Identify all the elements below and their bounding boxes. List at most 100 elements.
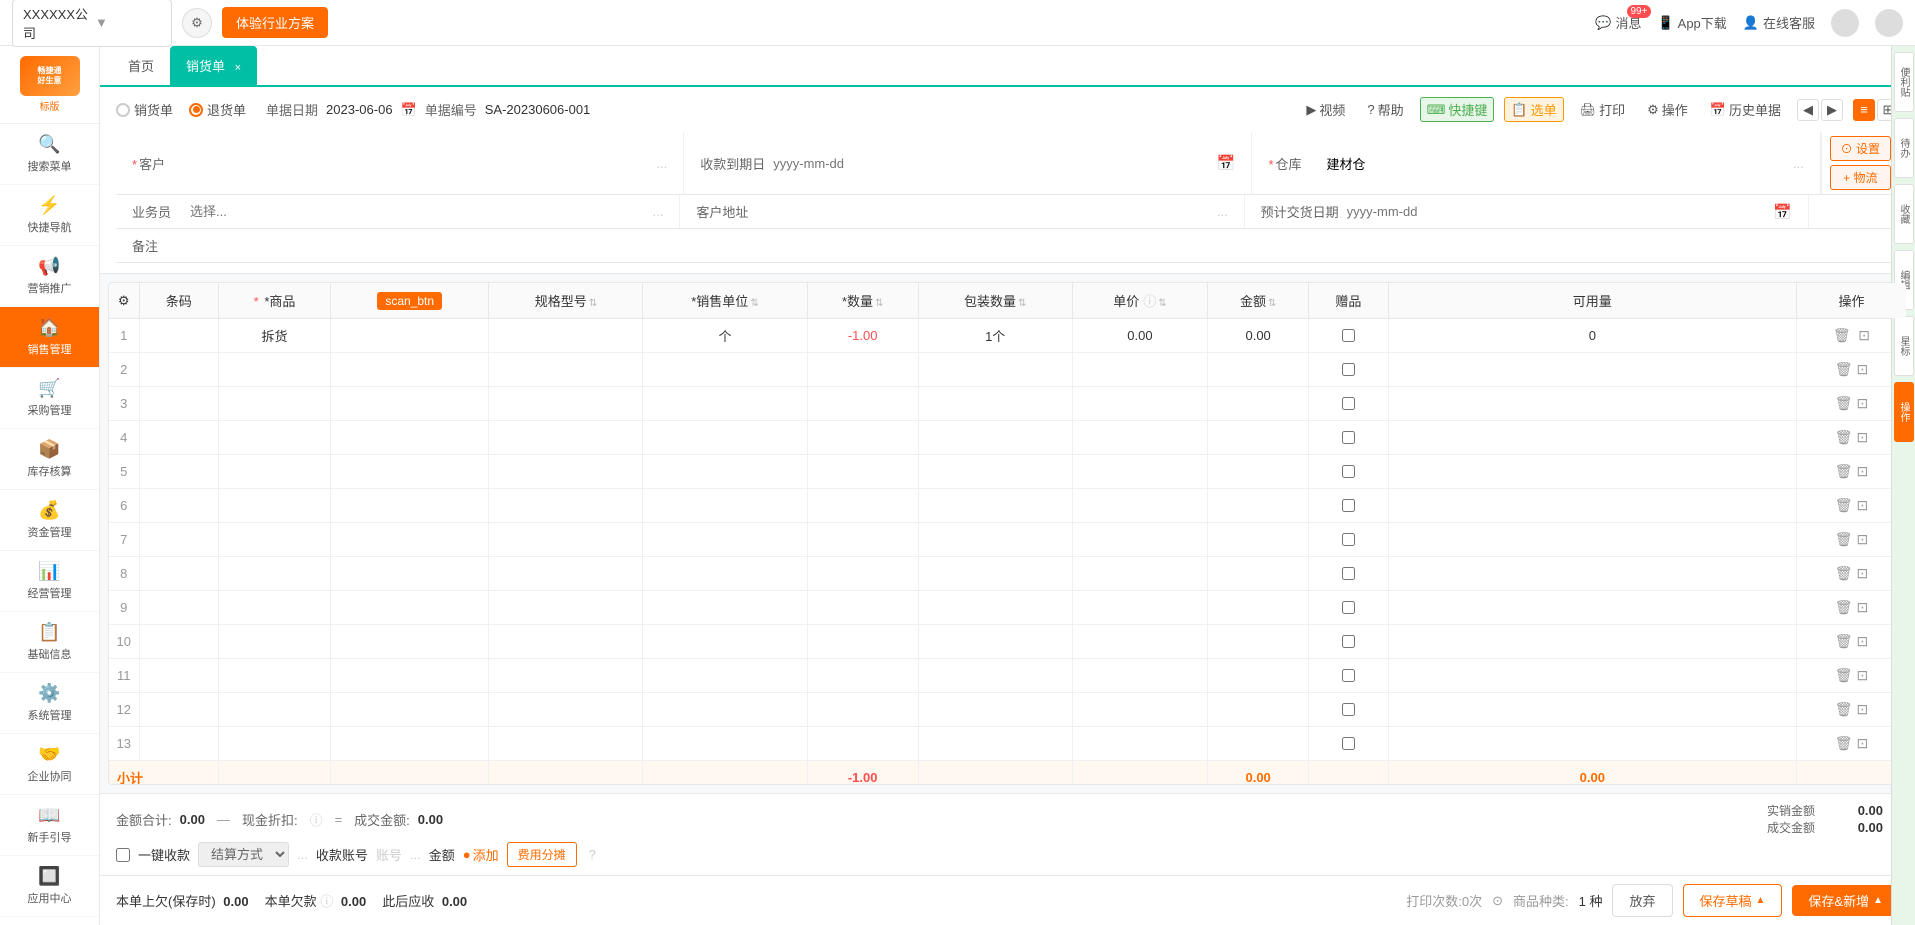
customer-addr-dots[interactable]: ...	[1217, 204, 1228, 219]
row12-copy-btn[interactable]: ⊡	[1854, 699, 1870, 720]
view-list[interactable]: ≡	[1853, 99, 1875, 121]
row4-gift-checkbox[interactable]	[1342, 431, 1355, 444]
salesperson-input[interactable]	[190, 204, 652, 219]
row8-delete-btn[interactable]: 🗑	[1833, 563, 1855, 584]
add-payment-btn[interactable]: ● 添加	[463, 845, 499, 864]
one-click-payment-checkbox[interactable]	[116, 848, 130, 862]
expense-btn[interactable]: 费用分摊	[507, 842, 577, 867]
row10-copy-btn[interactable]: ⊡	[1854, 631, 1870, 652]
customer-dots[interactable]: ...	[656, 156, 667, 171]
row5-copy-btn[interactable]: ⊡	[1854, 461, 1870, 482]
row5-gift-checkbox[interactable]	[1342, 465, 1355, 478]
col-scan[interactable]: scan_btn	[330, 283, 489, 319]
row1-spec[interactable]	[489, 319, 643, 353]
account-dots[interactable]: ...	[410, 847, 421, 862]
action-operate[interactable]: ⚙ 操作	[1641, 98, 1694, 121]
row7-delete-btn[interactable]: 🗑	[1833, 529, 1855, 550]
sidebar-item-search[interactable]: 🔍 搜索菜单	[0, 124, 99, 185]
sidebar-item-operations[interactable]: 📊 经营管理	[0, 551, 99, 612]
row9-gift-checkbox[interactable]	[1342, 601, 1355, 614]
tab-close-icon[interactable]: ×	[235, 62, 241, 74]
trial-button[interactable]: 体验行业方案	[222, 7, 328, 38]
save-new-btn[interactable]: 保存&新增 ▲	[1792, 885, 1899, 916]
amount-sort-icon[interactable]: ⇅	[1268, 298, 1276, 309]
row13-delete-btn[interactable]: 🗑	[1833, 733, 1855, 754]
row1-unit[interactable]: 个	[643, 319, 807, 353]
tab-sales-order[interactable]: 销货单 ×	[170, 46, 257, 87]
row11-copy-btn[interactable]: ⊡	[1854, 665, 1870, 686]
action-history[interactable]: 📅 历史单据	[1704, 98, 1787, 121]
radio-sales[interactable]: 销货单	[116, 100, 173, 119]
action-pick[interactable]: 📋 选单	[1504, 97, 1563, 122]
user-avatar2[interactable]	[1875, 9, 1903, 37]
row8-copy-btn[interactable]: ⊡	[1854, 563, 1870, 584]
right-panel-collect[interactable]: 收藏	[1894, 184, 1914, 244]
total-due-info[interactable]: ⓘ	[320, 894, 333, 909]
scan-btn[interactable]: scan_btn	[377, 292, 442, 310]
pager-prev[interactable]: ◀	[1797, 99, 1819, 121]
row2-copy-btn[interactable]: ⊡	[1854, 359, 1870, 380]
row6-copy-btn[interactable]: ⊡	[1854, 495, 1870, 516]
row4-delete-btn[interactable]: 🗑	[1833, 427, 1855, 448]
pkg-sort-icon[interactable]: ⇅	[1018, 298, 1026, 309]
sidebar-item-wechat[interactable]: 💬 企业微信	[0, 917, 99, 925]
abandon-btn[interactable]: 放弃	[1612, 884, 1672, 917]
right-panel-action[interactable]: 操作	[1894, 382, 1914, 442]
sidebar-item-guide[interactable]: 📖 新手引导	[0, 795, 99, 856]
row8-gift-checkbox[interactable]	[1342, 567, 1355, 580]
expected-date-calendar-icon[interactable]: 📅	[1773, 203, 1792, 221]
row10-gift-checkbox[interactable]	[1342, 635, 1355, 648]
right-panel-notes[interactable]: 便利贴	[1894, 52, 1914, 112]
payment-dots[interactable]: ...	[297, 847, 308, 862]
salesperson-dots[interactable]: ...	[652, 204, 663, 219]
warehouse-dots[interactable]: ...	[1793, 156, 1804, 171]
row1-qty[interactable]: -1.00	[807, 319, 918, 353]
sidebar-item-inventory[interactable]: 📦 库存核算	[0, 429, 99, 490]
message-btn[interactable]: 💬 消息 99+	[1595, 13, 1641, 32]
note-input[interactable]	[190, 238, 1883, 253]
action-shortcut[interactable]: ⌨ 快捷键	[1420, 97, 1495, 122]
sidebar-item-quicknav[interactable]: ⚡ 快捷导航	[0, 185, 99, 246]
right-panel-star[interactable]: 星标	[1894, 316, 1914, 376]
row1-barcode[interactable]	[139, 319, 219, 353]
price-sort-icon[interactable]: ⇅	[1158, 298, 1166, 309]
right-panel-tasks[interactable]: 待办	[1894, 118, 1914, 178]
expected-date-input[interactable]	[1347, 204, 1768, 219]
online-service-btn[interactable]: 👤 在线客服	[1743, 13, 1815, 32]
action-print[interactable]: 🖨 打印	[1574, 98, 1632, 121]
row3-delete-btn[interactable]: 🗑	[1833, 393, 1855, 414]
row2-gift-checkbox[interactable]	[1342, 363, 1355, 376]
row6-delete-btn[interactable]: 🗑	[1833, 495, 1855, 516]
sidebar-item-system[interactable]: ⚙️ 系统管理	[0, 673, 99, 734]
company-selector[interactable]: XXXXXX公司 ▼	[12, 0, 172, 47]
row1-gift[interactable]	[1309, 319, 1389, 353]
row13-gift-checkbox[interactable]	[1342, 737, 1355, 750]
row3-copy-btn[interactable]: ⊡	[1854, 393, 1870, 414]
expense-info-icon[interactable]: ?	[589, 847, 596, 862]
row6-gift-checkbox[interactable]	[1342, 499, 1355, 512]
row4-copy-btn[interactable]: ⊡	[1854, 427, 1870, 448]
sidebar-item-purchase[interactable]: 🛒 采购管理	[0, 368, 99, 429]
sidebar-item-apps[interactable]: 🔲 应用中心	[0, 856, 99, 917]
row1-amount[interactable]: 0.00	[1208, 319, 1309, 353]
pager-next[interactable]: ▶	[1821, 99, 1843, 121]
settings-btn[interactable]: ⊙ 设置	[1830, 136, 1891, 161]
logistics-btn[interactable]: + 物流	[1830, 165, 1891, 190]
payment-date-input[interactable]	[773, 156, 1211, 171]
row12-delete-btn[interactable]: 🗑	[1833, 699, 1855, 720]
row1-gift-checkbox[interactable]	[1342, 329, 1355, 342]
row12-gift-checkbox[interactable]	[1342, 703, 1355, 716]
row9-delete-btn[interactable]: 🗑	[1833, 597, 1855, 618]
payment-date-calendar-icon[interactable]: 📅	[1217, 154, 1236, 172]
action-help[interactable]: ? 帮助	[1361, 98, 1409, 121]
spec-sort-icon[interactable]: ⇅	[589, 298, 597, 309]
cash-discount-info-icon[interactable]: ⓘ	[310, 810, 323, 829]
sidebar-item-sales[interactable]: 🏠 销售管理	[0, 307, 99, 368]
tab-home[interactable]: 首页	[112, 46, 170, 87]
row2-delete-btn[interactable]: 🗑	[1833, 359, 1855, 380]
action-video[interactable]: ▶ 视频	[1300, 98, 1351, 121]
unit-sort-icon[interactable]: ⇅	[750, 298, 758, 309]
row11-gift-checkbox[interactable]	[1342, 669, 1355, 682]
calc-method-select[interactable]: 结算方式	[198, 842, 289, 867]
row7-gift-checkbox[interactable]	[1342, 533, 1355, 546]
